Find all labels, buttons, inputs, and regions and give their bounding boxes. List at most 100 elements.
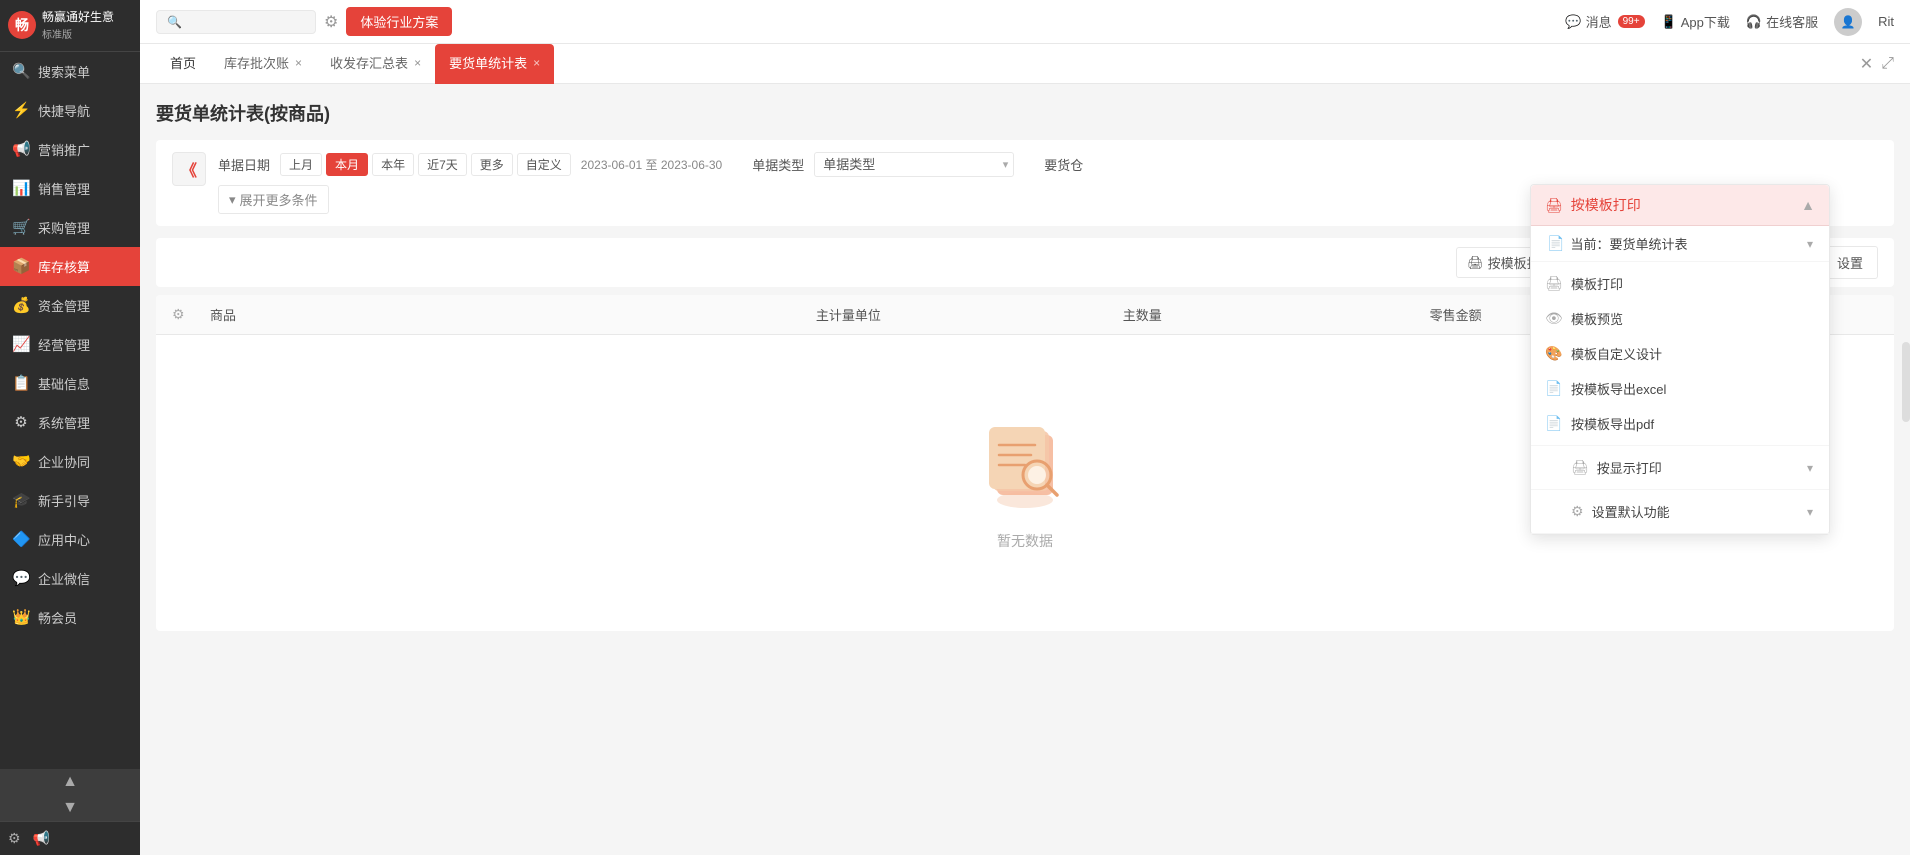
set-default-icon: ⚙ — [1571, 503, 1584, 520]
order-type-label: 单据类型 — [752, 155, 804, 174]
dropdown-item-template-print[interactable]: 🖨 模板打印 — [1531, 266, 1829, 301]
dropdown-current-item[interactable]: 📄 当前：要货单统计表 ▾ — [1531, 226, 1829, 262]
dropdown-section-defaults: ⚙ 设置默认功能 ▾ — [1531, 490, 1829, 534]
column-settings-icon[interactable]: ⚙ — [172, 306, 185, 322]
speaker-icon[interactable]: 📢 — [33, 830, 50, 847]
display-print-arrow-icon: ▾ — [1807, 461, 1813, 475]
current-item-icon: 📄 — [1547, 235, 1564, 252]
sidebar-item-newcomer[interactable]: 🎓 新手引导 — [0, 481, 140, 520]
tab-receipt-summary[interactable]: 收发存汇总表 × — [316, 44, 435, 84]
dropdown-item-export-pdf[interactable]: 📄 按模板导出pdf — [1531, 406, 1829, 441]
search-icon: 🔍 — [12, 62, 30, 80]
settings-btn[interactable]: 设置 — [1822, 246, 1878, 279]
online-service-btn[interactable]: 🎧 在线客服 — [1746, 12, 1818, 31]
sidebar-item-finance[interactable]: 💰 资金管理 — [0, 286, 140, 325]
user-avatar[interactable]: 👤 — [1834, 8, 1862, 36]
tabbar-expand-btn[interactable]: ⤢ — [1881, 55, 1894, 73]
print-dropdown-title: 按模板打印 — [1571, 195, 1641, 215]
settings-bottom-icon[interactable]: ⚙ — [8, 830, 21, 847]
expand-conditions-btn[interactable]: ▾ 展开更多条件 — [218, 185, 329, 214]
empty-icon — [975, 415, 1075, 515]
tab-close-receipt-summary[interactable]: × — [414, 56, 421, 70]
expand-icon: 《 — [181, 163, 197, 180]
message-icon: 💬 — [1565, 14, 1581, 30]
sidebar-item-sales[interactable]: 📊 销售管理 — [0, 169, 140, 208]
finance-icon: 💰 — [12, 296, 30, 314]
dropdown-item-template-preview[interactable]: 👁 模板预览 — [1531, 301, 1829, 336]
template-preview-item-icon: 👁 — [1545, 310, 1563, 327]
print-dropdown-title-area: 🖨 按模板打印 — [1545, 195, 1641, 215]
sidebar-item-enterprise[interactable]: 🤝 企业协同 — [0, 442, 140, 481]
inventory-icon: 📦 — [12, 257, 30, 275]
sidebar-item-operations[interactable]: 📈 经营管理 — [0, 325, 140, 364]
sidebar-item-search[interactable]: 🔍 搜索菜单 — [0, 52, 140, 91]
user-name: Rit — [1878, 14, 1894, 29]
order-type-select[interactable]: 单据类型 — [814, 152, 1014, 177]
app-name: 畅赢通好生意 标准版 — [42, 10, 114, 41]
sidebar-nav: 🔍 搜索菜单 ⚡ 快捷导航 📢 营销推广 📊 销售管理 🛒 采购管理 📦 库存核… — [0, 52, 140, 769]
template-print-item-icon: 🖨 — [1545, 275, 1563, 292]
print-dropdown-header: 🖨 按模板打印 ▲ — [1531, 185, 1829, 226]
tab-order-summary[interactable]: 要货单统计表 × — [435, 44, 554, 84]
date-range: 2023-06-01 至 2023-06-30 — [581, 156, 722, 173]
download-icon: 📱 — [1661, 14, 1677, 30]
scrollbar-edge[interactable] — [1902, 342, 1910, 422]
sidebar-item-marketing[interactable]: 📢 营销推广 — [0, 130, 140, 169]
message-btn[interactable]: 💬 消息 99+ — [1565, 12, 1644, 31]
tabbar-right: ✕ ⤢ — [1860, 54, 1894, 74]
date-btn-last-month[interactable]: 上月 — [280, 153, 322, 176]
date-btn-this-year[interactable]: 本年 — [372, 153, 414, 176]
app-download-btn[interactable]: 📱 App下载 — [1661, 12, 1730, 31]
sidebar-item-inventory[interactable]: 📦 库存核算 — [0, 247, 140, 286]
sidebar-scroll-up[interactable]: ▲ — [0, 769, 140, 795]
logo-icon: 畅 — [8, 11, 36, 39]
tabbar: 首页 库存批次账 × 收发存汇总表 × 要货单统计表 × ✕ ⤢ — [140, 44, 1910, 84]
system-icon: ⚙ — [12, 413, 30, 431]
date-btn-this-month[interactable]: 本月 — [326, 153, 368, 176]
sidebar-item-enterprise-wechat[interactable]: 💬 企业微信 — [0, 559, 140, 598]
dropdown-collapse-btn[interactable]: ▲ — [1801, 197, 1815, 213]
dropdown-item-template-design[interactable]: 🎨 模板自定义设计 — [1531, 336, 1829, 371]
date-btn-custom[interactable]: 自定义 — [517, 153, 571, 176]
tab-inventory-batch[interactable]: 库存批次账 × — [210, 44, 316, 84]
display-print-icon: 🖨 — [1571, 459, 1589, 476]
main-area: 🔍 ⚙ 体验行业方案 💬 消息 99+ 📱 App下载 🎧 在线客服 👤 Rit — [140, 0, 1910, 855]
topbar-search-box[interactable]: 🔍 — [156, 10, 316, 34]
dropdown-item-set-default[interactable]: ⚙ 设置默认功能 ▾ — [1531, 494, 1829, 529]
dropdown-item-display-print[interactable]: 🖨 按显示打印 ▾ — [1531, 450, 1829, 485]
dropdown-section-print: 🖨 模板打印 👁 模板预览 🎨 模板自定义设计 📄 按模板导出excel 📄 — [1531, 262, 1829, 446]
sidebar-item-app-center[interactable]: 🔷 应用中心 — [0, 520, 140, 559]
topbar-gear-icon[interactable]: ⚙ — [324, 12, 338, 32]
order-type-select-wrap: 单据类型 — [814, 152, 1014, 177]
sidebar-item-quick-nav[interactable]: ⚡ 快捷导航 — [0, 91, 140, 130]
current-item-arrow-icon: ▾ — [1807, 237, 1813, 251]
service-icon: 🎧 — [1746, 14, 1762, 30]
enterprise-icon: 🤝 — [12, 452, 30, 470]
tabbar-close-all-btn[interactable]: ✕ — [1860, 54, 1873, 74]
marketing-icon: 📢 — [12, 140, 30, 158]
sidebar-item-basics[interactable]: 📋 基础信息 — [0, 364, 140, 403]
th-qty: 主数量 — [1123, 305, 1422, 324]
tab-close-inventory-batch[interactable]: × — [295, 56, 302, 70]
sidebar-item-member[interactable]: 👑 畅会员 — [0, 598, 140, 637]
date-btn-more[interactable]: 更多 — [471, 153, 513, 176]
set-default-arrow-icon: ▾ — [1807, 505, 1813, 519]
tab-close-order-summary[interactable]: × — [533, 56, 540, 70]
template-design-item-icon: 🎨 — [1545, 345, 1562, 362]
page-title: 要货单统计表(按商品) — [156, 100, 1894, 126]
trial-btn[interactable]: 体验行业方案 — [346, 7, 452, 36]
date-btn-7-days[interactable]: 近7天 — [418, 153, 467, 176]
sidebar: 畅 畅赢通好生意 标准版 🔍 搜索菜单 ⚡ 快捷导航 📢 营销推广 📊 销售管理… — [0, 0, 140, 855]
tab-home[interactable]: 首页 — [156, 44, 210, 84]
sidebar-item-system[interactable]: ⚙ 系统管理 — [0, 403, 140, 442]
sidebar-item-purchase[interactable]: 🛒 采购管理 — [0, 208, 140, 247]
printer-icon: 🖨 — [1467, 255, 1484, 271]
purchase-icon: 🛒 — [12, 218, 30, 236]
date-label: 单据日期 — [218, 155, 270, 174]
member-icon: 👑 — [12, 608, 30, 626]
export-excel-item-icon: 📄 — [1545, 380, 1562, 397]
topbar-right: 💬 消息 99+ 📱 App下载 🎧 在线客服 👤 Rit — [1565, 8, 1894, 36]
sidebar-scroll-down[interactable]: ▼ — [0, 795, 140, 821]
filter-expand-btn[interactable]: 《 — [172, 152, 206, 186]
dropdown-item-export-excel[interactable]: 📄 按模板导出excel — [1531, 371, 1829, 406]
